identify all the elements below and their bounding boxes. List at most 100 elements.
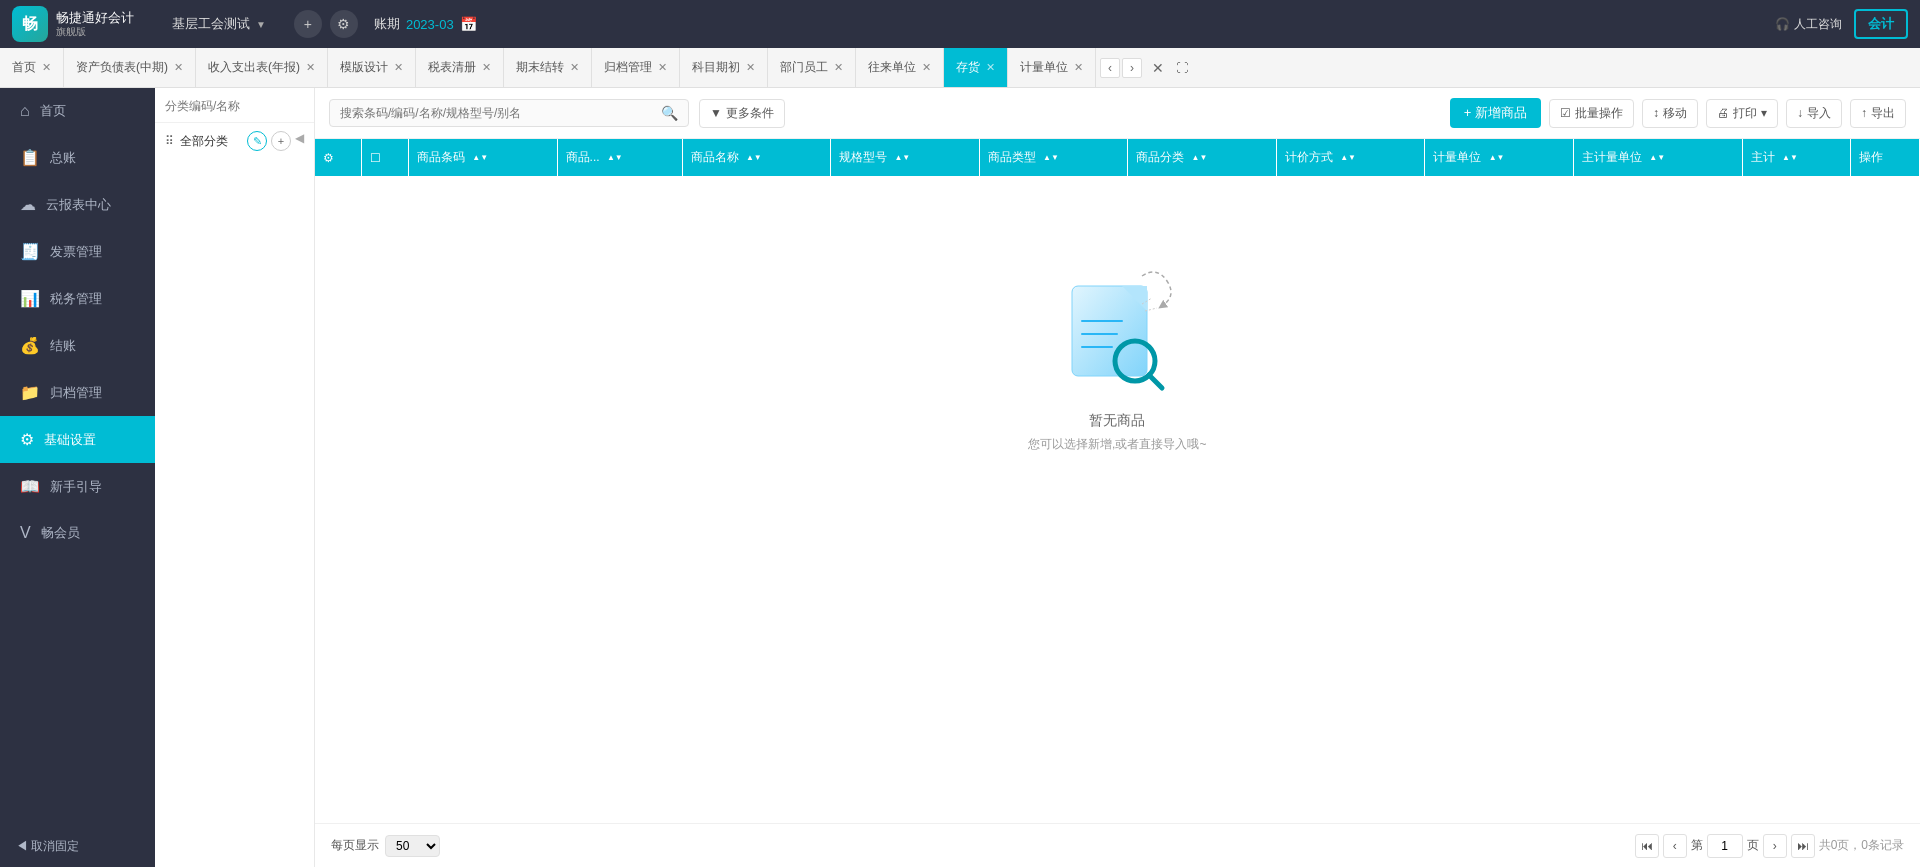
category-edit-icon[interactable]: ✎ [247,131,267,151]
filter-button[interactable]: ▼ 更多条件 [699,99,785,128]
tab-archive[interactable]: 归档管理 ✕ [592,48,680,88]
pagination-bar: 每页显示 50 20 100 ⏮ ‹ 第 页 › ⏭ 共0页，0条记录 [315,823,1920,867]
sort-spec-icon[interactable]: ▲▼ [894,153,910,162]
content-area: 🔍 ⠿ 全部分类 ✎ + ◀ 🔍 [155,88,1920,867]
first-page-button[interactable]: ⏮ [1635,834,1659,858]
sort-unit-icon[interactable]: ▲▼ [1489,153,1505,162]
add-product-button[interactable]: + 新增商品 [1450,98,1541,128]
move-icon: ↕ [1653,106,1659,120]
sidebar-item-settings[interactable]: ⚙ 基础设置 [0,416,155,463]
prev-page-button[interactable]: ‹ [1663,834,1687,858]
sort-category-icon[interactable]: ▲▼ [1192,153,1208,162]
search-icon[interactable]: 🔍 [661,105,678,121]
empty-title: 暂无商品 [1089,412,1145,430]
product-table: ⚙ ☐ 商品条码 ▲▼ 商品... ▲▼ 商品名称 [315,139,1920,533]
import-button[interactable]: ↓ 导入 [1786,99,1842,128]
tax-icon: 📊 [20,289,40,308]
sidebar-item-vip[interactable]: V 畅会员 [0,510,155,556]
close-icon[interactable]: ✕ [42,61,51,74]
sidebar-item-archive[interactable]: 📁 归档管理 [0,369,155,416]
tab-income-statement[interactable]: 收入支出表(年报) ✕ [196,48,328,88]
tab-bar: 首页 ✕ 资产负债表(中期) ✕ 收入支出表(年报) ✕ 模版设计 ✕ 税表清册… [0,48,1920,88]
tab-expand-button[interactable]: ⛶ [1170,56,1194,80]
th-main-count: 主计 ▲▼ [1742,139,1850,176]
category-collapse-button[interactable]: ◀ [295,131,304,151]
tab-inventory[interactable]: 存货 ✕ [944,48,1008,88]
sidebar-item-checkout[interactable]: 💰 结账 [0,322,155,369]
close-icon[interactable]: ✕ [1074,61,1083,74]
close-icon[interactable]: ✕ [394,61,403,74]
sort-main-unit-icon[interactable]: ▲▼ [1649,153,1665,162]
settings-icon-button[interactable]: ⚙ [330,10,358,38]
sort-type-icon[interactable]: ▲▼ [1043,153,1059,162]
category-title: ⠿ 全部分类 [165,133,228,150]
page-number-input[interactable] [1707,834,1743,858]
tab-prev-button[interactable]: ‹ [1100,58,1120,78]
chevron-down-icon: ▼ [256,19,266,30]
tab-template[interactable]: 模版设计 ✕ [328,48,416,88]
logo-icon: 畅 [12,6,48,42]
sidebar-item-invoice[interactable]: 🧾 发票管理 [0,228,155,275]
move-button[interactable]: ↕ 移动 [1642,99,1698,128]
close-icon[interactable]: ✕ [570,61,579,74]
tab-department[interactable]: 部门员工 ✕ [768,48,856,88]
close-icon[interactable]: ✕ [658,61,667,74]
tab-unit[interactable]: 计量单位 ✕ [1008,48,1096,88]
add-tab-button[interactable]: + [294,10,322,38]
total-records: 共0页，0条记录 [1819,837,1904,854]
next-page-button[interactable]: › [1763,834,1787,858]
kuaiji-button[interactable]: 会计 [1854,9,1908,39]
sort-main-count-icon[interactable]: ▲▼ [1782,153,1798,162]
sidebar-item-home[interactable]: ⌂ 首页 [0,88,155,134]
sort-barcode-icon[interactable]: ▲▼ [472,153,488,162]
th-price-method: 计价方式 ▲▼ [1276,139,1425,176]
sidebar-unpin-button[interactable]: ◀ 取消固定 [0,826,155,867]
category-search-input[interactable] [165,99,315,113]
tab-balance-sheet[interactable]: 资产负债表(中期) ✕ [64,48,196,88]
checkout-icon: 💰 [20,336,40,355]
tab-subject-init[interactable]: 科目期初 ✕ [680,48,768,88]
archive-icon: 📁 [20,383,40,402]
category-add-icon[interactable]: + [271,131,291,151]
calendar-icon[interactable]: 📅 [460,16,477,32]
main-panel: 🔍 ▼ 更多条件 + 新增商品 ☑ 批量操作 ↕ 移动 [315,88,1920,867]
close-icon[interactable]: ✕ [174,61,183,74]
close-icon[interactable]: ✕ [922,61,931,74]
cloud-icon: ☁ [20,195,36,214]
tab-close-all-button[interactable]: ✕ [1146,56,1170,80]
close-icon[interactable]: ✕ [746,61,755,74]
product-search-input[interactable] [340,106,655,120]
close-icon[interactable]: ✕ [834,61,843,74]
per-page-select[interactable]: 50 20 100 [385,835,440,857]
batch-operation-button[interactable]: ☑ 批量操作 [1549,99,1634,128]
th-checkbox[interactable]: ☐ [361,139,408,176]
close-icon[interactable]: ✕ [306,61,315,74]
category-panel: 🔍 ⠿ 全部分类 ✎ + ◀ [155,88,315,867]
tab-next-button[interactable]: › [1122,58,1142,78]
th-type: 商品类型 ▲▼ [979,139,1128,176]
search-bar: 🔍 [329,99,689,127]
close-icon[interactable]: ✕ [986,61,995,74]
sort-name-icon[interactable]: ▲▼ [746,153,762,162]
print-button[interactable]: 🖨 打印 ▾ [1706,99,1778,128]
tab-period-transfer[interactable]: 期末结转 ✕ [504,48,592,88]
tab-tax[interactable]: 税表清册 ✕ [416,48,504,88]
export-button[interactable]: ↑ 导出 [1850,99,1906,128]
service-button[interactable]: 🎧 人工咨询 [1775,16,1842,33]
last-page-button[interactable]: ⏭ [1791,834,1815,858]
header-right: 🎧 人工咨询 会计 [1775,9,1908,39]
th-settings[interactable]: ⚙ [315,139,361,176]
tab-contacts[interactable]: 往来单位 ✕ [856,48,944,88]
sidebar-item-cloud-report[interactable]: ☁ 云报表中心 [0,181,155,228]
sort-code-icon[interactable]: ▲▼ [607,153,623,162]
close-icon[interactable]: ✕ [482,61,491,74]
sidebar-item-tax[interactable]: 📊 税务管理 [0,275,155,322]
tab-home[interactable]: 首页 ✕ [0,48,64,88]
check-icon: ☑ [1560,106,1571,120]
sort-price-icon[interactable]: ▲▼ [1340,153,1356,162]
vip-icon: V [20,524,31,542]
company-selector[interactable]: 基层工会测试 ▼ [164,11,274,37]
sidebar-item-ledger[interactable]: 📋 总账 [0,134,155,181]
sidebar-item-guide[interactable]: 📖 新手引导 [0,463,155,510]
th-main-unit: 主计量单位 ▲▼ [1573,139,1742,176]
